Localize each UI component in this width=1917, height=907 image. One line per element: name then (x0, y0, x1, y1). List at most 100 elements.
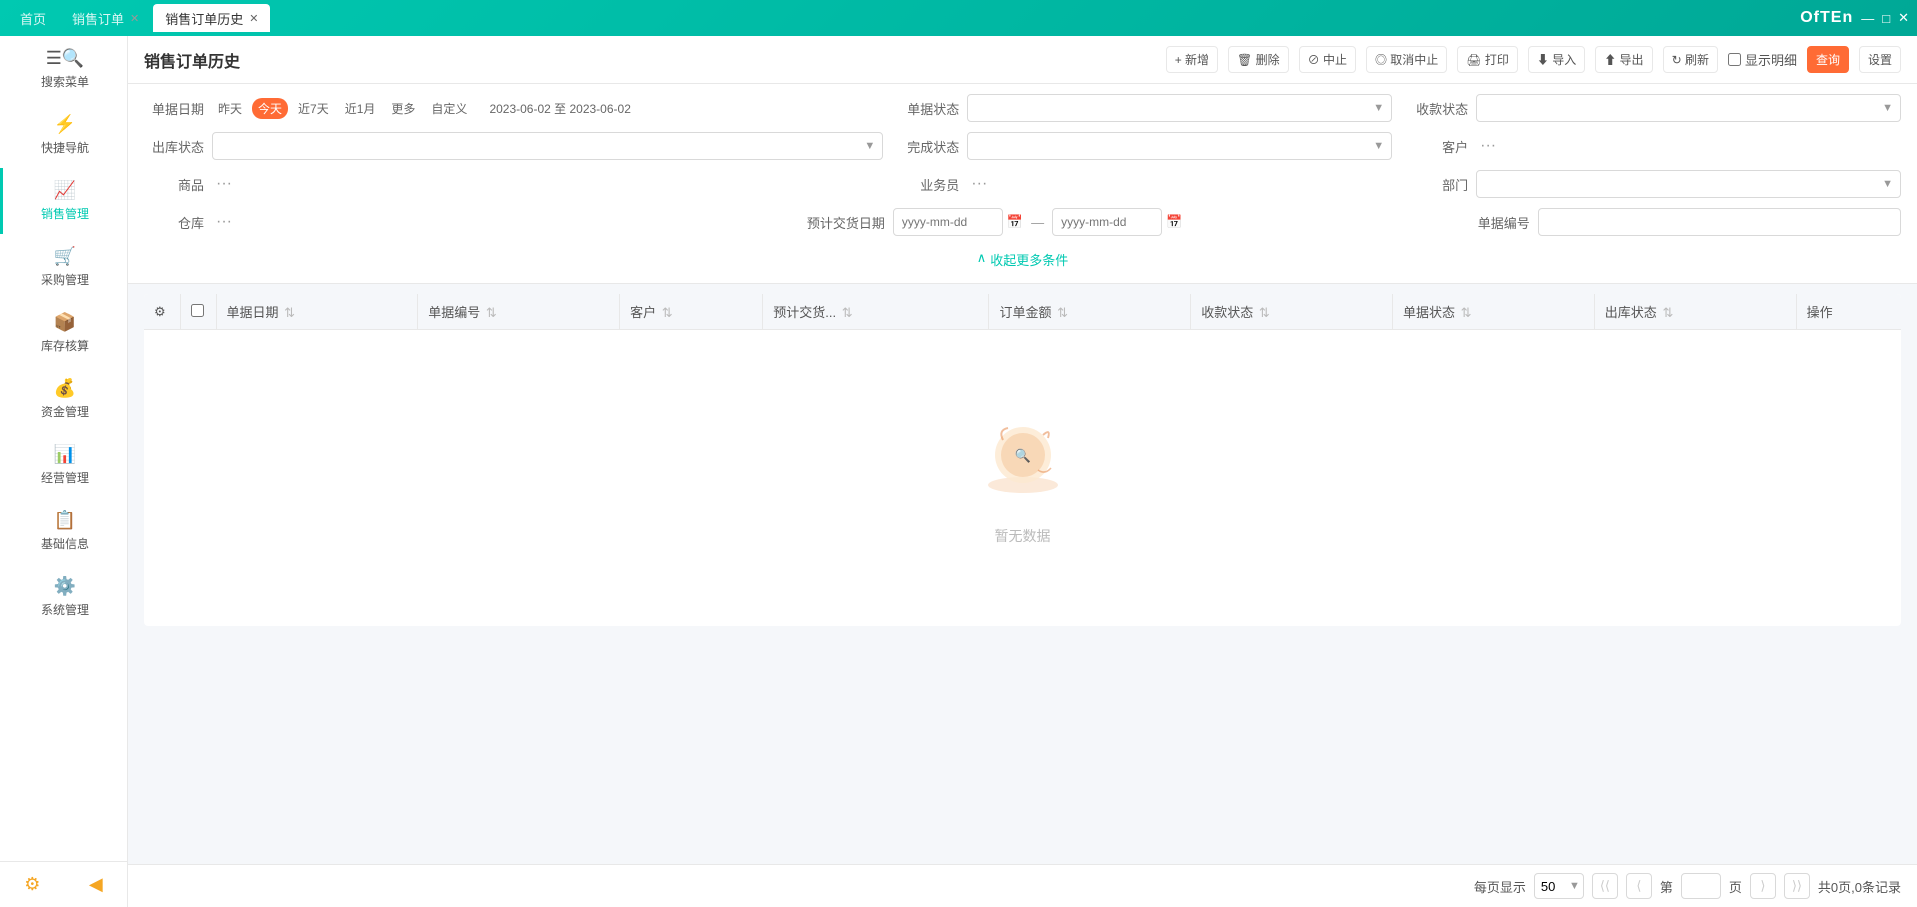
next-page-btn[interactable]: ⟩ (1750, 873, 1776, 899)
prev-page-btn[interactable]: ⟨ (1626, 873, 1652, 899)
tab-sales-history-close[interactable]: ✕ (249, 12, 258, 25)
page-size-wrapper: 20 50 100 ▼ (1534, 873, 1584, 899)
total-records: 共0页,0条记录 (1818, 877, 1901, 896)
pay-status-select[interactable] (1476, 94, 1901, 122)
filter-complete-label: 完成状态 (899, 137, 959, 156)
sidebar-item-purchase-mgmt[interactable]: 🛒 采购管理 (0, 234, 127, 300)
th-order-no-sort-icon[interactable]: ⇅ (486, 305, 497, 320)
product-dots-btn[interactable]: ··· (212, 176, 236, 192)
sidebar-settings-btn[interactable]: ⚙ (24, 874, 40, 895)
th-pay-status-sort-icon[interactable]: ⇅ (1259, 305, 1270, 320)
tab-sales-history[interactable]: 销售订单历史 ✕ (153, 4, 270, 32)
table-footer: 每页显示 20 50 100 ▼ ⟨⟨ ⟨ 第 1 页 ⟩ ⟩⟩ 共0页,0条记… (128, 864, 1917, 907)
delete-btn[interactable]: 🗑 删除 (1228, 46, 1289, 73)
show-detail-checkbox[interactable] (1728, 53, 1741, 66)
sidebar-item-label-quick-nav: 快捷导航 (41, 139, 89, 156)
th-order-no-label: 单据编号 (428, 305, 480, 320)
import-btn[interactable]: ⬇ 导入 (1528, 46, 1585, 73)
th-customer-sort-icon[interactable]: ⇅ (662, 305, 673, 320)
filter-department-label: 部门 (1408, 175, 1468, 194)
maximize-btn[interactable]: □ (1882, 11, 1890, 26)
th-order-status-sort-icon[interactable]: ⇅ (1461, 305, 1472, 320)
date-btn-today[interactable]: 今天 (252, 98, 288, 119)
date-btn-1month[interactable]: 近1月 (339, 98, 382, 119)
select-all-checkbox[interactable] (191, 304, 204, 317)
brand-text: OfTEn (1800, 9, 1853, 27)
order-no-input[interactable] (1538, 208, 1901, 236)
customer-dots-btn[interactable]: ··· (1476, 138, 1500, 154)
first-page-btn[interactable]: ⟨⟨ (1592, 873, 1618, 899)
settings-btn[interactable]: 设置 (1859, 46, 1901, 73)
svg-text:🔍: 🔍 (1014, 447, 1030, 463)
page-of-label: 页 (1729, 877, 1742, 896)
filter-order-no-label: 单据编号 (1470, 213, 1530, 232)
date-btn-more[interactable]: 更多 (385, 98, 421, 119)
new-btn[interactable]: + 新增 (1166, 46, 1218, 73)
print-btn[interactable]: 🖨 打印 (1457, 46, 1518, 73)
refresh-btn[interactable]: ↻ 刷新 (1663, 46, 1718, 73)
sidebar-collapse-btn[interactable]: ◀ (89, 874, 103, 895)
query-btn[interactable]: 查询 (1807, 46, 1849, 73)
th-outbound-status: 出库状态 ⇅ (1594, 294, 1796, 330)
sidebar-item-finance[interactable]: 💰 资金管理 (0, 366, 127, 432)
sales-mgmt-icon: 📈 (54, 180, 76, 201)
sidebar-item-sales-mgmt[interactable]: 📈 销售管理 (0, 168, 127, 234)
collapse-up-icon: ∧ (977, 250, 987, 269)
th-checkbox[interactable] (180, 294, 216, 330)
filter-salesman-group: 业务员 ··· (899, 175, 1392, 194)
warehouse-dots-btn[interactable]: ··· (212, 214, 236, 230)
order-status-select-wrapper: ▼ (967, 94, 1392, 122)
empty-state: 🔍 暂无数据 (144, 330, 1901, 626)
salesman-dots-btn[interactable]: ··· (967, 176, 991, 192)
current-page-input[interactable]: 1 (1681, 873, 1721, 899)
th-amount-sort-icon[interactable]: ⇅ (1057, 305, 1068, 320)
th-outbound-status-sort-icon[interactable]: ⇅ (1662, 305, 1673, 320)
outbound-select[interactable] (212, 132, 883, 160)
th-expected-delivery-sort-icon[interactable]: ⇅ (842, 305, 853, 320)
order-status-select[interactable] (967, 94, 1392, 122)
filter-outbound-group: 出库状态 ▼ (144, 132, 883, 160)
outbound-select-wrapper: ▼ (212, 132, 883, 160)
date-btn-custom[interactable]: 自定义 (425, 98, 473, 119)
filter-status-label: 单据状态 (899, 99, 959, 118)
filter-expected-date-group: 预计交货日期 📅 — 📅 (807, 208, 1454, 236)
table-settings-icon[interactable]: ⚙ (154, 304, 166, 319)
th-date-sort-icon[interactable]: ⇅ (284, 305, 295, 320)
last-page-btn[interactable]: ⟩⟩ (1784, 873, 1810, 899)
filter-area: 单据日期 昨天 今天 近7天 近1月 更多 自定义 2023-06-02 至 2… (128, 84, 1917, 284)
tab-home[interactable]: 首页 (8, 4, 58, 32)
complete-select[interactable] (967, 132, 1392, 160)
tab-sales-order-close[interactable]: ✕ (130, 12, 139, 25)
department-select[interactable] (1476, 170, 1901, 198)
cancel-stop-btn[interactable]: ◎ 取消中止 (1366, 46, 1447, 73)
filter-complete-group: 完成状态 ▼ (899, 132, 1392, 160)
tab-home-label: 首页 (20, 9, 46, 28)
stop-btn[interactable]: ⊘ 中止 (1299, 46, 1356, 73)
export-btn[interactable]: ⬆ 导出 (1595, 46, 1652, 73)
sidebar-item-quick-nav[interactable]: ⚡ 快捷导航 (0, 102, 127, 168)
collapse-row[interactable]: ∧ 收起更多条件 (144, 246, 1901, 273)
search-menu-icon: ☰🔍 (46, 48, 85, 69)
expected-date-from[interactable] (893, 208, 1003, 236)
date-btn-7days[interactable]: 近7天 (292, 98, 335, 119)
show-detail-checkbox-label[interactable]: 显示明细 (1728, 50, 1797, 69)
filter-date-group: 单据日期 昨天 今天 近7天 近1月 更多 自定义 2023-06-02 至 2… (144, 98, 883, 119)
page-size-select[interactable]: 20 50 100 (1534, 873, 1584, 899)
sidebar-item-inventory[interactable]: 📦 库存核算 (0, 300, 127, 366)
th-customer-label: 客户 (630, 305, 656, 320)
sidebar-item-search-menu[interactable]: ☰🔍 搜索菜单 (0, 36, 127, 102)
show-detail-label: 显示明细 (1745, 50, 1797, 69)
th-expected-delivery-label: 预计交货... (773, 305, 836, 320)
expected-date-to[interactable] (1052, 208, 1162, 236)
sidebar-item-operation[interactable]: 📊 经营管理 (0, 432, 127, 498)
date-btn-yesterday[interactable]: 昨天 (212, 98, 248, 119)
sidebar-item-basic-info[interactable]: 📋 基础信息 (0, 498, 127, 564)
close-window-btn[interactable]: ✕ (1898, 10, 1909, 26)
tab-sales-order[interactable]: 销售订单 ✕ (60, 4, 151, 32)
filter-product-group: 商品 ··· (144, 175, 883, 194)
sidebar-item-system[interactable]: ⚙️ 系统管理 (0, 564, 127, 630)
th-settings[interactable]: ⚙ (144, 294, 180, 330)
minimize-btn[interactable]: — (1861, 11, 1874, 26)
top-bar: 首页 销售订单 ✕ 销售订单历史 ✕ OfTEn — □ ✕ (0, 0, 1917, 36)
table-header-row: ⚙ 单据日期 ⇅ 单据编号 ⇅ (144, 294, 1901, 330)
